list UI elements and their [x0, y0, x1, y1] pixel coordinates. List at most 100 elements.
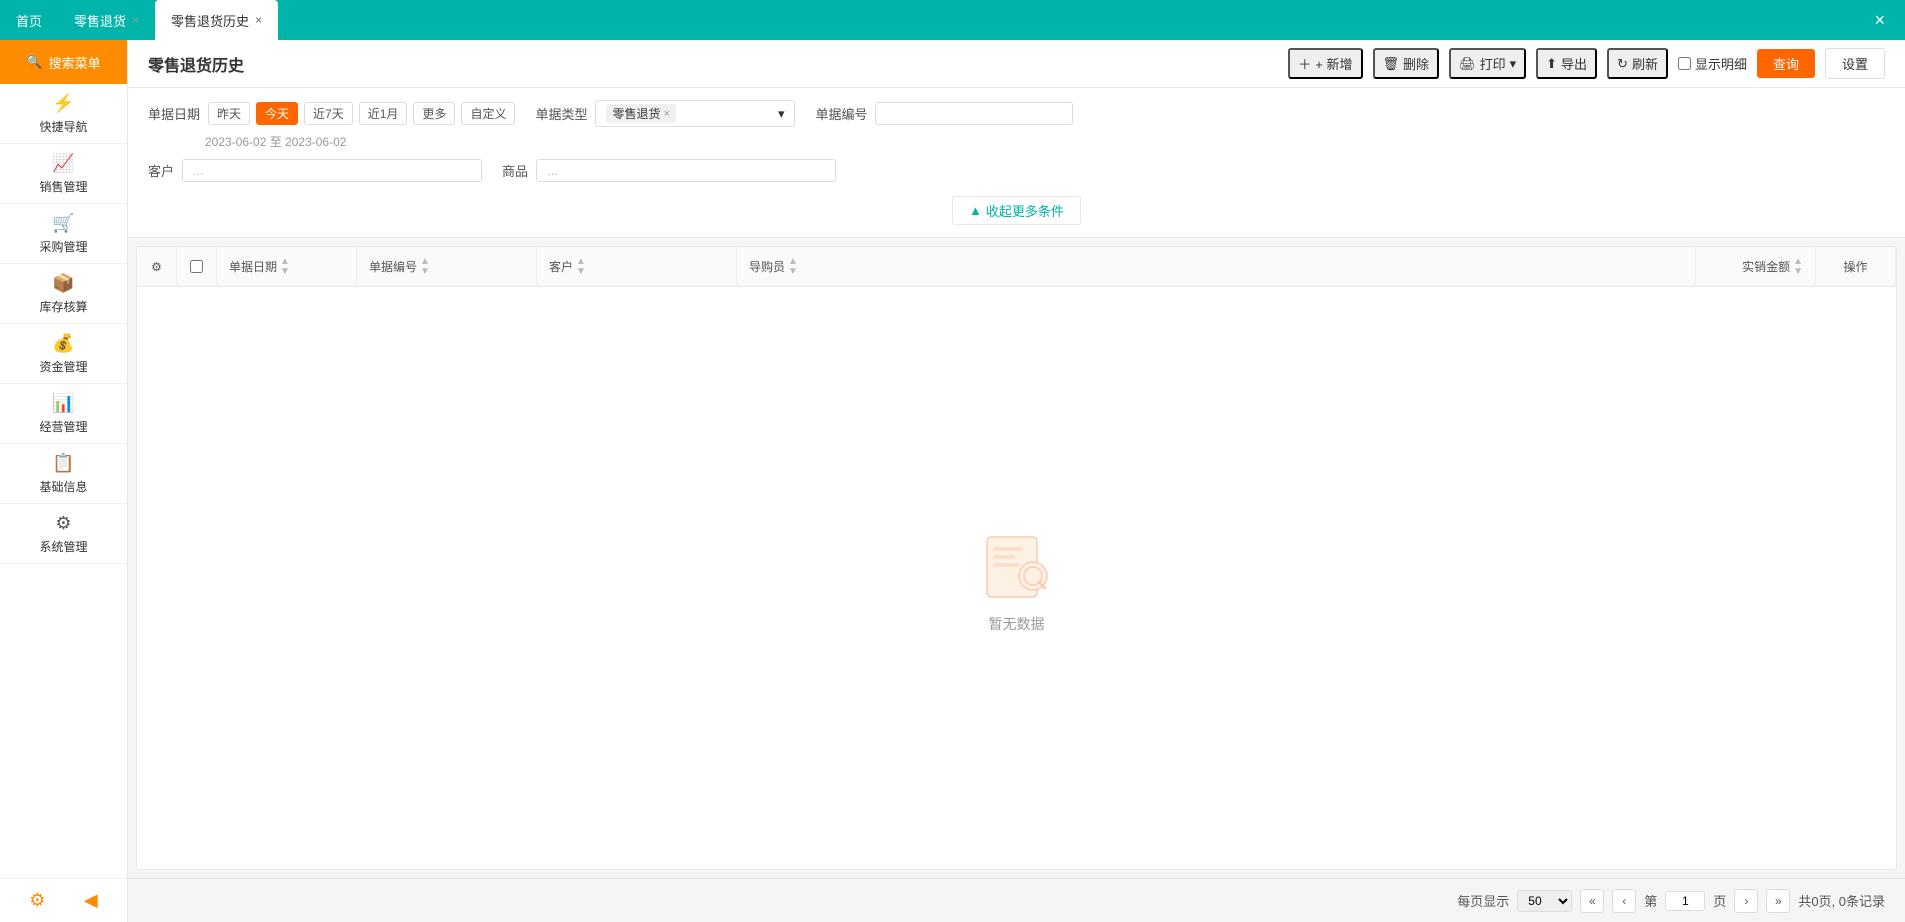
- print-button[interactable]: 🖨 打印 ▾: [1449, 48, 1526, 79]
- date-filter-options: 昨天 今天 近7天 近1月 更多 自定义: [208, 102, 515, 125]
- sidebar-item-operations-label: 经营管理: [39, 418, 87, 435]
- date-filter-label: 单据日期: [148, 104, 200, 123]
- sidebar-item-finance[interactable]: 💰 资金管理: [0, 324, 127, 384]
- print-dropdown-icon: ▾: [1510, 56, 1517, 72]
- filter-area: 单据日期 昨天 今天 近7天 近1月 更多 自定义 单据类型: [128, 88, 1905, 238]
- filter-row-2: 客户 ... 商品 ...: [148, 159, 1885, 182]
- type-filter-select[interactable]: 零售退货 × ▾: [595, 100, 795, 127]
- prev-page-button[interactable]: ‹: [1612, 889, 1636, 913]
- th-number[interactable]: 单据编号 ▲▼: [357, 247, 537, 286]
- select-all-checkbox[interactable]: [190, 260, 203, 273]
- sidebar-item-base-info[interactable]: 📋 基础信息: [0, 444, 127, 504]
- type-tag-close[interactable]: ×: [663, 108, 669, 120]
- date-range-text: 2023-06-02 至 2023-06-02: [205, 135, 346, 149]
- date-btn-last-month[interactable]: 近1月: [359, 102, 408, 125]
- sidebar-item-quick-nav[interactable]: ⚡ 快捷导航: [0, 84, 127, 144]
- date-btn-yesterday[interactable]: 昨天: [208, 102, 250, 125]
- empty-text: 暂无数据: [989, 614, 1045, 634]
- search-menu-label: 搜索菜单: [49, 53, 101, 72]
- top-tab-bar: 首页 零售退货 × 零售退货历史 × ×: [0, 0, 1905, 40]
- th-guide[interactable]: 导购员 ▲▼: [737, 247, 1696, 286]
- th-customer[interactable]: 客户 ▲▼: [537, 247, 737, 286]
- last-page-button[interactable]: »: [1766, 889, 1790, 913]
- goods-dots: ...: [547, 163, 558, 178]
- type-tag-label: 零售退货: [612, 105, 660, 122]
- th-amount-sort-icon: ▲▼: [1793, 257, 1803, 277]
- th-date-sort-icon: ▲▼: [280, 257, 290, 277]
- window-close-button[interactable]: ×: [1874, 10, 1885, 31]
- sidebar-item-operations[interactable]: 📊 经营管理: [0, 384, 127, 444]
- sales-icon: 📈: [52, 153, 74, 174]
- show-detail-checkbox[interactable]: [1678, 57, 1691, 70]
- type-tag: 零售退货 ×: [606, 104, 675, 123]
- collapse-sidebar-icon[interactable]: ◀: [84, 890, 98, 911]
- first-page-button[interactable]: «: [1580, 889, 1604, 913]
- sidebar-item-system[interactable]: ⚙ 系统管理: [0, 504, 127, 564]
- tab-retail-return-history-label: 零售退货历史: [171, 11, 249, 30]
- search-menu-button[interactable]: 🔍 搜索菜单: [0, 40, 127, 84]
- date-btn-more[interactable]: 更多: [413, 102, 455, 125]
- tab-retail-return-close[interactable]: ×: [132, 13, 139, 27]
- tab-retail-return-history[interactable]: 零售退货历史 ×: [155, 0, 278, 40]
- collapse-filter-button[interactable]: ▲ 收起更多条件: [952, 196, 1081, 225]
- th-guide-sort-icon: ▲▼: [788, 257, 798, 277]
- date-btn-custom[interactable]: 自定义: [461, 102, 515, 125]
- date-btn-today[interactable]: 今天: [256, 102, 298, 125]
- header-actions: ＋ + 新增 🗑 删除 🖨 打印 ▾ ⬆ 导出 ↻: [1288, 48, 1885, 79]
- refresh-button[interactable]: ↻ 刷新: [1607, 48, 1668, 79]
- sidebar-item-sales[interactable]: 📈 销售管理: [0, 144, 127, 204]
- date-filter-item: 单据日期 昨天 今天 近7天 近1月 更多 自定义: [148, 102, 515, 125]
- per-page-select[interactable]: 50 10 20 100: [1517, 890, 1572, 912]
- pagination: 每页显示 50 10 20 100 « ‹ 第 页 › » 共0页, 0条记录: [128, 878, 1905, 922]
- date-btn-last7[interactable]: 近7天: [304, 102, 353, 125]
- topbar-right: ×: [1874, 10, 1905, 31]
- export-button[interactable]: ⬆ 导出: [1536, 48, 1597, 79]
- th-guide-label: 导购员: [749, 258, 785, 275]
- show-detail-label: 显示明细: [1695, 54, 1747, 73]
- per-page-label: 每页显示: [1457, 891, 1509, 910]
- new-icon: ＋: [1298, 54, 1311, 73]
- print-label: 打印: [1480, 54, 1506, 73]
- th-amount[interactable]: 实销金额 ▲▼: [1696, 247, 1816, 286]
- filter-row-1: 单据日期 昨天 今天 近7天 近1月 更多 自定义 单据类型: [148, 100, 1885, 127]
- empty-illustration: [977, 522, 1057, 602]
- show-detail-checkbox-label[interactable]: 显示明细: [1678, 54, 1747, 73]
- collapse-label: 收起更多条件: [986, 201, 1064, 220]
- number-filter-item: 单据编号: [815, 102, 1073, 125]
- th-date-label: 单据日期: [229, 258, 277, 275]
- number-filter-input[interactable]: [875, 102, 1073, 125]
- tab-retail-return[interactable]: 零售退货 ×: [58, 0, 155, 40]
- search-icon: 🔍: [26, 54, 42, 70]
- page-label: 第: [1644, 891, 1657, 910]
- new-button[interactable]: ＋ + 新增: [1288, 48, 1362, 79]
- customer-filter-select[interactable]: ...: [182, 159, 482, 182]
- next-page-button[interactable]: ›: [1734, 889, 1758, 913]
- th-date[interactable]: 单据日期 ▲▼: [217, 247, 357, 286]
- th-amount-label: 实销金额: [1742, 258, 1790, 275]
- customer-dots: ...: [193, 163, 204, 178]
- settings-button[interactable]: 设置: [1825, 48, 1885, 79]
- tab-home[interactable]: 首页: [0, 0, 58, 40]
- refresh-icon: ↻: [1617, 56, 1628, 72]
- page-number-input[interactable]: [1665, 891, 1705, 911]
- empty-state: 暂无数据: [137, 287, 1896, 869]
- tab-retail-return-history-close[interactable]: ×: [255, 13, 262, 27]
- export-icon: ⬆: [1546, 56, 1557, 72]
- sidebar-bottom: ⚙ ◀: [0, 878, 127, 922]
- settings-bottom-icon[interactable]: ⚙: [29, 890, 45, 911]
- customer-filter-label: 客户: [148, 161, 174, 180]
- sidebar-item-purchase[interactable]: 🛒 采购管理: [0, 204, 127, 264]
- delete-button[interactable]: 🗑 删除: [1373, 48, 1440, 79]
- sidebar-item-system-label: 系统管理: [39, 538, 87, 555]
- page-unit: 页: [1713, 891, 1726, 910]
- query-button[interactable]: 查询: [1757, 49, 1815, 78]
- type-filter-item: 单据类型 零售退货 × ▾: [535, 100, 795, 127]
- quick-nav-icon: ⚡: [52, 93, 74, 114]
- data-table: ⚙ 单据日期 ▲▼ 单据编号 ▲▼ 客户 ▲▼ 导购员: [136, 246, 1897, 870]
- th-settings[interactable]: ⚙: [137, 247, 177, 286]
- main-layout: 🔍 搜索菜单 ⚡ 快捷导航 📈 销售管理 🛒 采购管理 📦 库存核算 💰 资金管…: [0, 40, 1905, 922]
- system-icon: ⚙: [55, 513, 71, 534]
- th-checkbox[interactable]: [177, 247, 217, 286]
- goods-filter-select[interactable]: ...: [536, 159, 836, 182]
- sidebar-item-inventory[interactable]: 📦 库存核算: [0, 264, 127, 324]
